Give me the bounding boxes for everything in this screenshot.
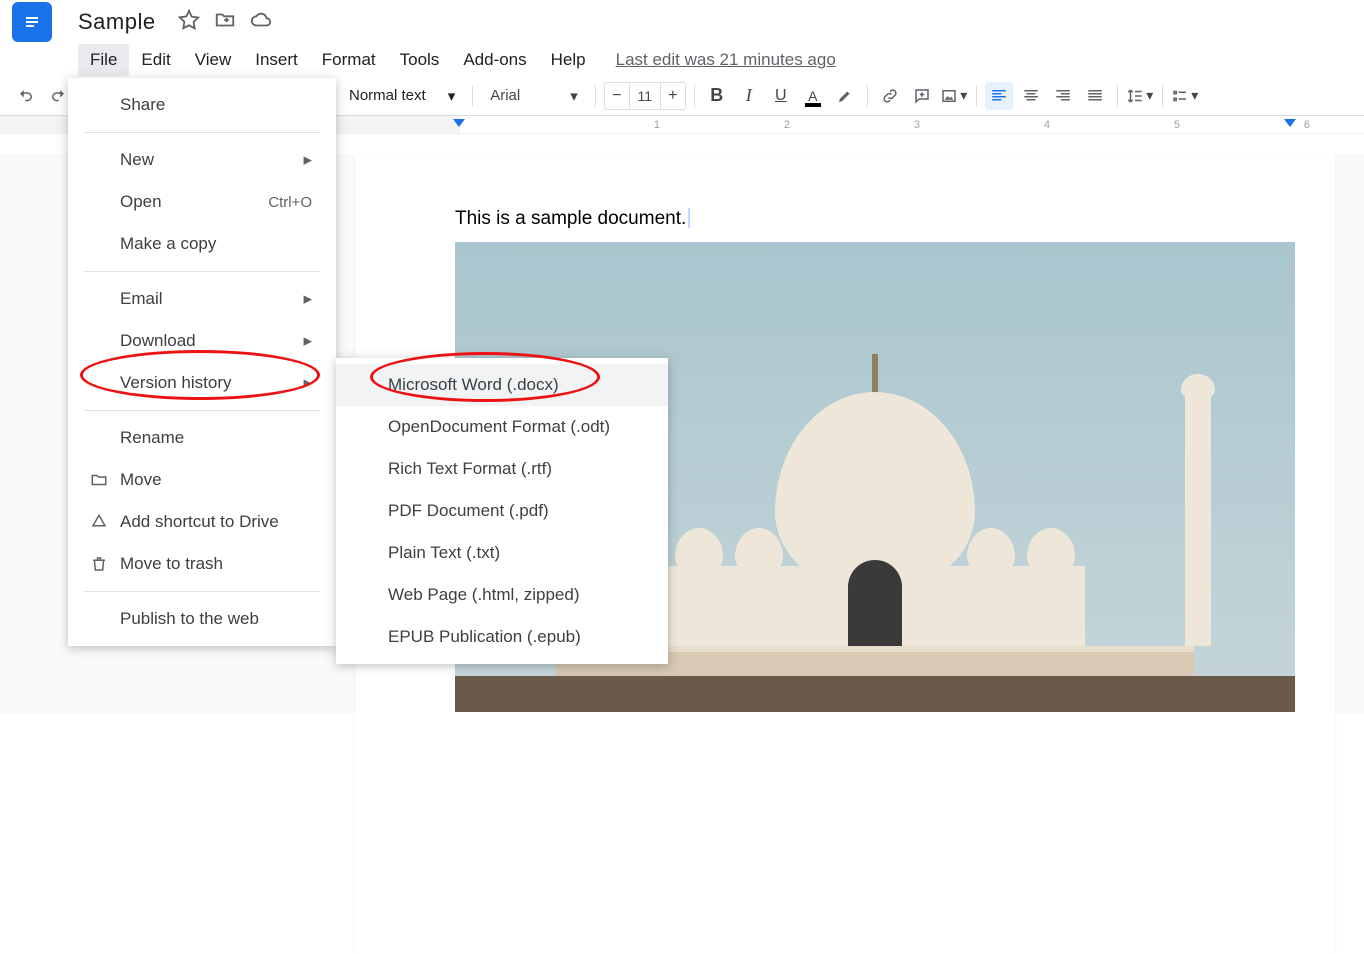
menu-add-shortcut[interactable]: Add shortcut to Drive: [68, 501, 336, 543]
font-label: Arial: [490, 87, 520, 104]
separator: [1162, 85, 1163, 107]
submenu-arrow-icon: ▸: [303, 373, 312, 393]
menu-move-trash[interactable]: Move to trash: [68, 543, 336, 585]
submenu-arrow-icon: ▸: [303, 289, 312, 309]
star-icon[interactable]: [178, 9, 200, 36]
image-content: [1185, 396, 1211, 646]
separator: [976, 85, 977, 107]
text-color-button[interactable]: A: [799, 82, 827, 110]
document-title[interactable]: Sample: [78, 9, 156, 35]
trash-icon: [86, 554, 112, 574]
ruler-tick: 1: [530, 119, 660, 131]
download-pdf[interactable]: PDF Document (.pdf): [336, 490, 668, 532]
document-text[interactable]: This is a sample document.: [455, 208, 686, 229]
menu-divider: [84, 132, 320, 133]
bold-button[interactable]: B: [703, 82, 731, 110]
shortcut-label: Ctrl+O: [268, 194, 312, 211]
font-size-value[interactable]: 11: [629, 83, 661, 109]
add-comment-button[interactable]: [908, 82, 936, 110]
menu-edit[interactable]: Edit: [129, 44, 182, 76]
download-submenu: Microsoft Word (.docx) OpenDocument Form…: [336, 358, 668, 664]
menu-email[interactable]: Email▸: [68, 278, 336, 320]
undo-button[interactable]: [12, 82, 40, 110]
menu-move[interactable]: Move: [68, 459, 336, 501]
italic-button[interactable]: I: [735, 82, 763, 110]
menu-insert[interactable]: Insert: [243, 44, 310, 76]
ruler-tick: 6: [1180, 119, 1310, 131]
font-size-stepper: − 11 +: [604, 82, 686, 110]
styles-label: Normal text: [349, 87, 426, 104]
menu-tools[interactable]: Tools: [388, 44, 452, 76]
ruler-tick: 2: [660, 119, 790, 131]
separator: [472, 85, 473, 107]
download-docx[interactable]: Microsoft Word (.docx): [336, 364, 668, 406]
menu-help[interactable]: Help: [539, 44, 598, 76]
menu-format[interactable]: Format: [310, 44, 388, 76]
submenu-arrow-icon: ▸: [303, 150, 312, 170]
separator: [1117, 85, 1118, 107]
menu-new[interactable]: New▸: [68, 139, 336, 181]
download-rtf[interactable]: Rich Text Format (.rtf): [336, 448, 668, 490]
text-cursor: [688, 208, 690, 228]
menu-make-copy[interactable]: Make a copy: [68, 223, 336, 265]
chevron-down-icon: ▾: [570, 87, 578, 105]
submenu-arrow-icon: ▸: [303, 331, 312, 351]
ruler-tick: 5: [1050, 119, 1180, 131]
docs-logo[interactable]: [12, 2, 52, 42]
menu-open[interactable]: OpenCtrl+O: [68, 181, 336, 223]
download-epub[interactable]: EPUB Publication (.epub): [336, 616, 668, 658]
align-right-button[interactable]: [1049, 82, 1077, 110]
chevron-down-icon: ▾: [448, 87, 456, 105]
menu-divider: [84, 410, 320, 411]
ruler-tick: 3: [790, 119, 920, 131]
menu-share[interactable]: Share: [68, 84, 336, 126]
insert-link-button[interactable]: [876, 82, 904, 110]
menu-download[interactable]: Download▸: [68, 320, 336, 362]
menu-divider: [84, 271, 320, 272]
download-html[interactable]: Web Page (.html, zipped): [336, 574, 668, 616]
cloud-status-icon[interactable]: [250, 9, 272, 36]
separator: [595, 85, 596, 107]
menu-version-history[interactable]: Version history▸: [68, 362, 336, 404]
align-justify-button[interactable]: [1081, 82, 1109, 110]
drive-shortcut-icon: [86, 512, 112, 532]
separator: [694, 85, 695, 107]
align-left-button[interactable]: [985, 82, 1013, 110]
decrease-font-button[interactable]: −: [605, 83, 629, 109]
menu-view[interactable]: View: [183, 44, 244, 76]
menu-file[interactable]: File: [78, 44, 129, 76]
menu-divider: [84, 591, 320, 592]
download-odt[interactable]: OpenDocument Format (.odt): [336, 406, 668, 448]
font-select[interactable]: Arial ▾: [481, 82, 587, 110]
insert-image-button[interactable]: ▾: [940, 82, 968, 110]
menu-rename[interactable]: Rename: [68, 417, 336, 459]
paragraph-styles-select[interactable]: Normal text ▾: [340, 82, 464, 110]
align-center-button[interactable]: [1017, 82, 1045, 110]
file-menu-dropdown: Share New▸ OpenCtrl+O Make a copy Email▸…: [68, 78, 336, 646]
move-folder-icon[interactable]: [214, 9, 236, 36]
line-spacing-button[interactable]: ▾: [1126, 82, 1154, 110]
highlight-button[interactable]: [831, 82, 859, 110]
last-edit-link[interactable]: Last edit was 21 minutes ago: [616, 50, 836, 70]
underline-button[interactable]: U: [767, 82, 795, 110]
ruler-tick: 4: [920, 119, 1050, 131]
download-txt[interactable]: Plain Text (.txt): [336, 532, 668, 574]
increase-font-button[interactable]: +: [661, 83, 685, 109]
menu-addons[interactable]: Add-ons: [451, 44, 538, 76]
separator: [867, 85, 868, 107]
checklist-button[interactable]: ▾: [1171, 82, 1199, 110]
menu-bar: File Edit View Insert Format Tools Add-o…: [0, 44, 1364, 76]
title-bar: Sample: [0, 0, 1364, 44]
menu-publish-web[interactable]: Publish to the web: [68, 598, 336, 640]
move-icon: [86, 470, 112, 490]
